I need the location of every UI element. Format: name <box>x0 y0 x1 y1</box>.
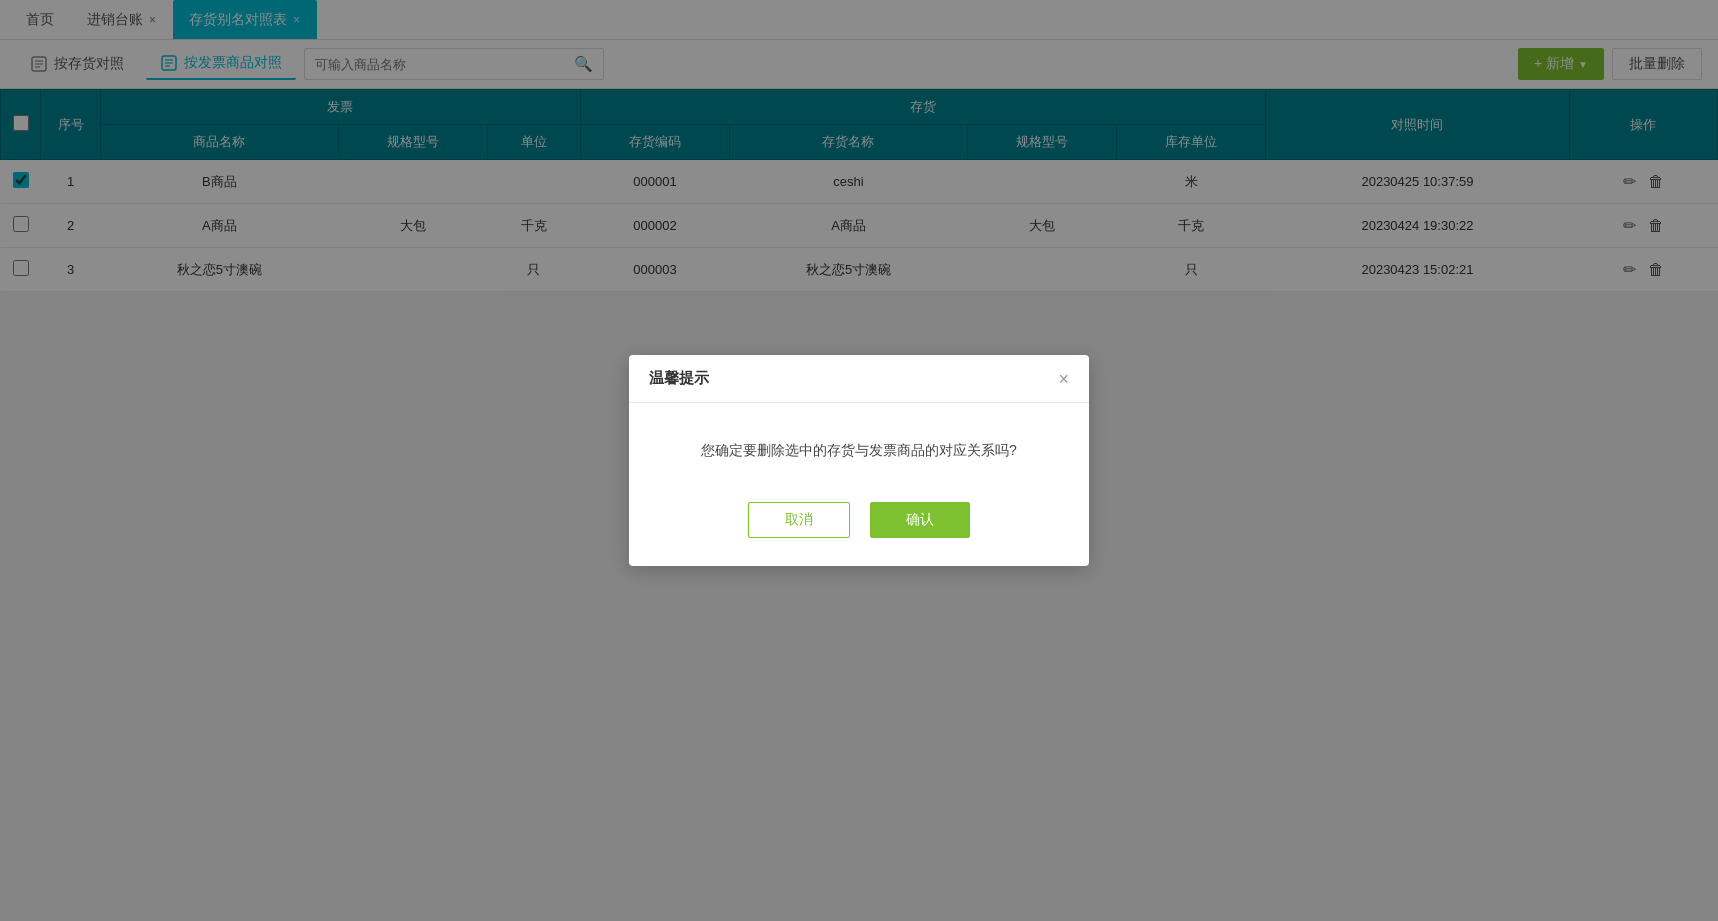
overlay: 温馨提示 × 您确定要删除选中的存货与发票商品的对应关系吗? 取消 确认 <box>0 0 1718 292</box>
